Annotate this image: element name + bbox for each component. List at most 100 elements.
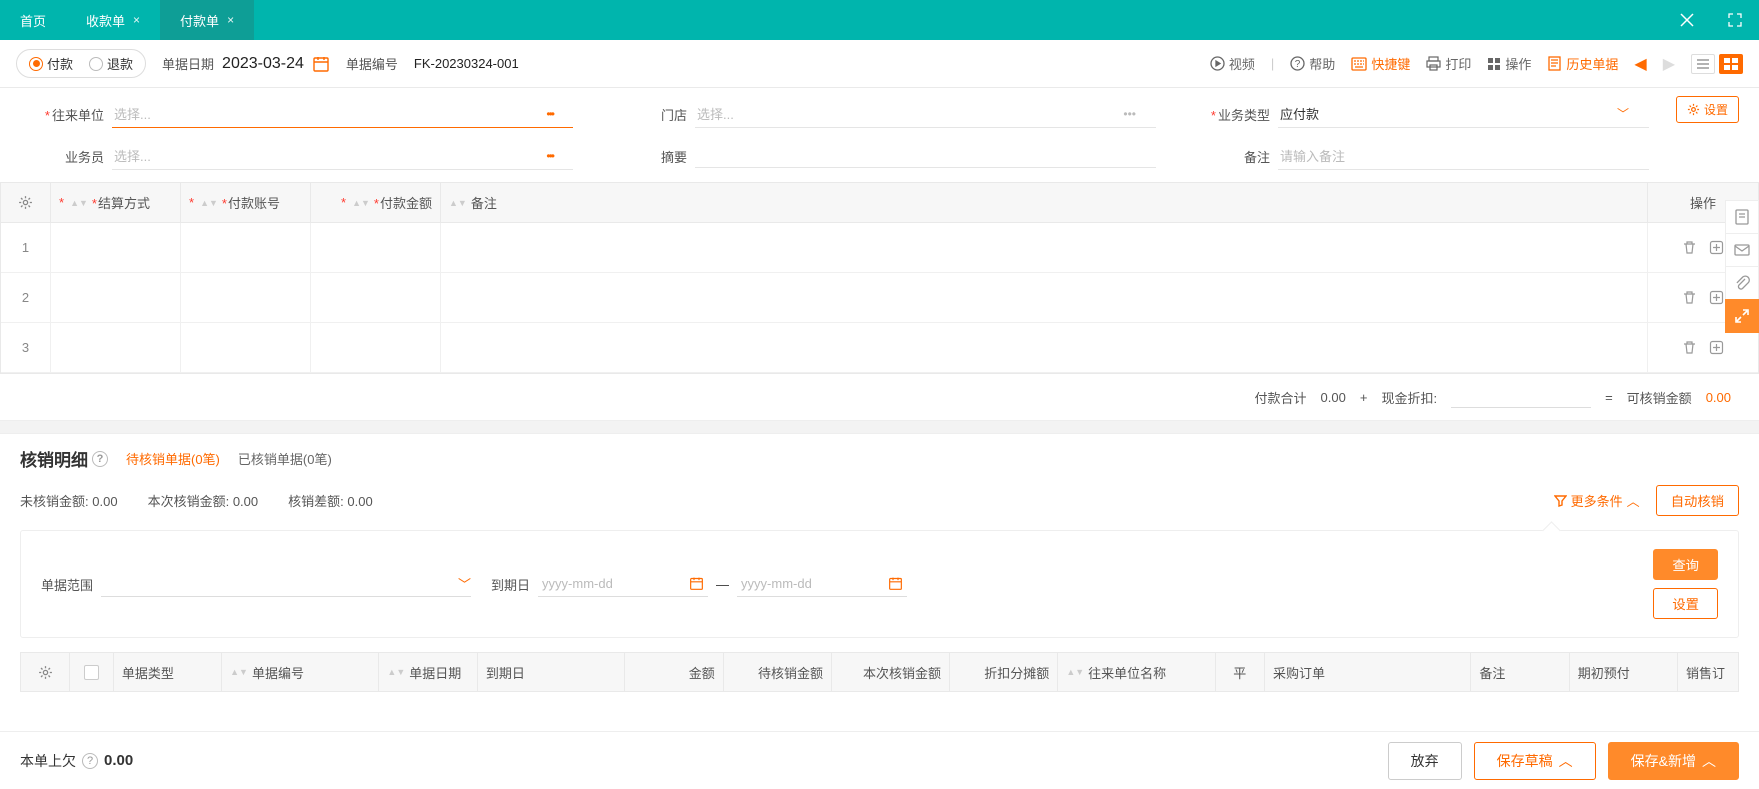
form-settings-button[interactable]: 设置 (1676, 96, 1739, 123)
toolbar-help[interactable]: ?帮助 (1290, 54, 1335, 73)
cell-method[interactable] (51, 273, 181, 322)
tab-done-writeoff[interactable]: 已核销单据(0笔) (238, 449, 332, 468)
sort-icon: ▲▼ (449, 200, 467, 206)
discount-input[interactable] (1451, 386, 1591, 408)
side-message-icon[interactable] (1725, 233, 1759, 267)
view-card-button[interactable] (1719, 54, 1743, 74)
auto-writeoff-button[interactable]: 自动核销 (1656, 485, 1739, 516)
ellipsis-icon: ••• (1123, 107, 1136, 121)
select-all-header[interactable] (70, 653, 113, 691)
avail-value: 0.00 (1706, 390, 1731, 405)
col-purchase-order[interactable]: 采购订单 (1265, 653, 1471, 691)
window-fullscreen-button[interactable] (1711, 0, 1759, 40)
cell-account[interactable] (181, 273, 311, 322)
add-row-icon[interactable] (1709, 240, 1724, 255)
window-close-button[interactable] (1663, 0, 1711, 40)
unverified-label: 未核销金额: (20, 494, 89, 509)
col-discount-share[interactable]: 折扣分摊额 (950, 653, 1058, 691)
help-icon[interactable]: ? (82, 753, 98, 769)
radio-pay-label: 付款 (47, 54, 73, 73)
save-and-new-button[interactable]: 保存&新增︿ (1608, 742, 1739, 780)
cell-remark[interactable] (441, 323, 1648, 372)
col-doc-type[interactable]: 单据类型 (114, 653, 222, 691)
col-prepaid[interactable]: 期初预付 (1570, 653, 1678, 691)
prev-doc-icon[interactable]: ◀ (1634, 54, 1646, 74)
cell-account[interactable] (181, 323, 311, 372)
cell-remark[interactable] (441, 223, 1648, 272)
tab-home[interactable]: 首页 (0, 0, 66, 40)
toolbar-print[interactable]: 打印 (1426, 54, 1471, 73)
col-pending-amount[interactable]: 待核销金额 (724, 653, 832, 691)
table-row[interactable]: 3 (1, 323, 1758, 373)
tab-receipt[interactable]: 收款单× (66, 0, 160, 40)
remark-input[interactable]: 请输入备注 (1278, 142, 1649, 170)
delete-row-icon[interactable] (1682, 290, 1697, 305)
col-due-date[interactable]: 到期日 (478, 653, 625, 691)
tab-payment[interactable]: 付款单 × (160, 0, 254, 40)
placeholder-text: yyyy-mm-dd (542, 576, 613, 591)
radio-refund[interactable]: 退款 (89, 54, 133, 73)
query-button[interactable]: 查询 (1653, 549, 1718, 580)
col-doc-date[interactable]: ▲▼单据日期 (379, 653, 477, 691)
col-doc-no[interactable]: ▲▼单据编号 (222, 653, 379, 691)
table-row[interactable]: 1 (1, 223, 1758, 273)
col-account[interactable]: ▲▼付款账号 (181, 183, 311, 222)
col-party-name[interactable]: ▲▼往来单位名称 (1058, 653, 1215, 691)
col-sales-order[interactable]: 销售订 (1678, 653, 1738, 691)
side-attachment-icon[interactable] (1725, 266, 1759, 300)
col-this-amount[interactable]: 本次核销金额 (832, 653, 950, 691)
col-method[interactable]: ▲▼结算方式 (51, 183, 181, 222)
cell-method[interactable] (51, 223, 181, 272)
detail-gear-header[interactable] (21, 653, 70, 691)
store-select[interactable]: 选择...••• (695, 100, 1156, 128)
table-row[interactable]: 2 (1, 273, 1758, 323)
col-amount[interactable]: 金额 (625, 653, 723, 691)
add-row-icon[interactable] (1709, 340, 1724, 355)
toolbar-video[interactable]: 视频 (1210, 54, 1255, 73)
cell-amount[interactable] (311, 273, 441, 322)
toolbar-history[interactable]: 历史单据 (1547, 54, 1618, 73)
tab-payment-label: 付款单 (180, 11, 219, 30)
delete-row-icon[interactable] (1682, 240, 1697, 255)
add-row-icon[interactable] (1709, 290, 1724, 305)
filter-settings-button[interactable]: 设置 (1653, 588, 1718, 619)
cell-amount[interactable] (311, 323, 441, 372)
side-draft-icon[interactable] (1725, 200, 1759, 234)
view-list-button[interactable] (1691, 54, 1715, 74)
toolbar-history-label: 历史单据 (1566, 54, 1618, 73)
cell-remark[interactable] (441, 273, 1648, 322)
discard-button[interactable]: 放弃 (1388, 742, 1462, 780)
side-expand-icon[interactable] (1725, 299, 1759, 333)
more-conditions-toggle[interactable]: 更多条件︿ (1554, 491, 1640, 510)
close-icon[interactable]: × (227, 13, 234, 27)
salesman-select[interactable]: 选择...••• (112, 142, 573, 170)
save-draft-button[interactable]: 保存草稿︿ (1474, 742, 1596, 780)
close-icon[interactable]: × (133, 13, 140, 27)
cell-account[interactable] (181, 223, 311, 272)
due-date-from[interactable]: yyyy-mm-dd (538, 571, 708, 597)
col-amount[interactable]: ▲▼付款金额 (311, 183, 441, 222)
delete-row-icon[interactable] (1682, 340, 1697, 355)
biztype-select[interactable]: 应付款﹀ (1278, 100, 1649, 128)
cell-method[interactable] (51, 323, 181, 372)
calendar-icon[interactable] (312, 55, 330, 73)
toolbar-shortcut[interactable]: 快捷键 (1351, 54, 1410, 73)
doc-date-value[interactable]: 2023-03-24 (222, 55, 304, 73)
cell-amount[interactable] (311, 223, 441, 272)
help-icon[interactable]: ? (92, 451, 108, 467)
col-balance[interactable]: 平 (1216, 653, 1265, 691)
col-remark[interactable]: ▲▼备注 (441, 183, 1648, 222)
next-doc-icon[interactable]: ▶ (1663, 54, 1675, 74)
due-date-to[interactable]: yyyy-mm-dd (737, 571, 907, 597)
radio-pay[interactable]: 付款 (29, 54, 73, 73)
tab-pending-writeoff[interactable]: 待核销单据(0笔) (126, 449, 220, 468)
col-po-label: 采购订单 (1273, 663, 1325, 682)
col-detail-remark[interactable]: 备注 (1471, 653, 1569, 691)
doc-range-select[interactable]: ﹀ (101, 571, 471, 597)
summary-input[interactable] (695, 144, 1156, 168)
col-doc-date-label: 单据日期 (409, 663, 461, 682)
table-gear-header[interactable] (1, 183, 51, 222)
chevron-up-icon: ︿ (1559, 751, 1573, 771)
toolbar-operate[interactable]: 操作 (1487, 54, 1531, 73)
party-select[interactable]: 选择...••• (112, 100, 573, 128)
